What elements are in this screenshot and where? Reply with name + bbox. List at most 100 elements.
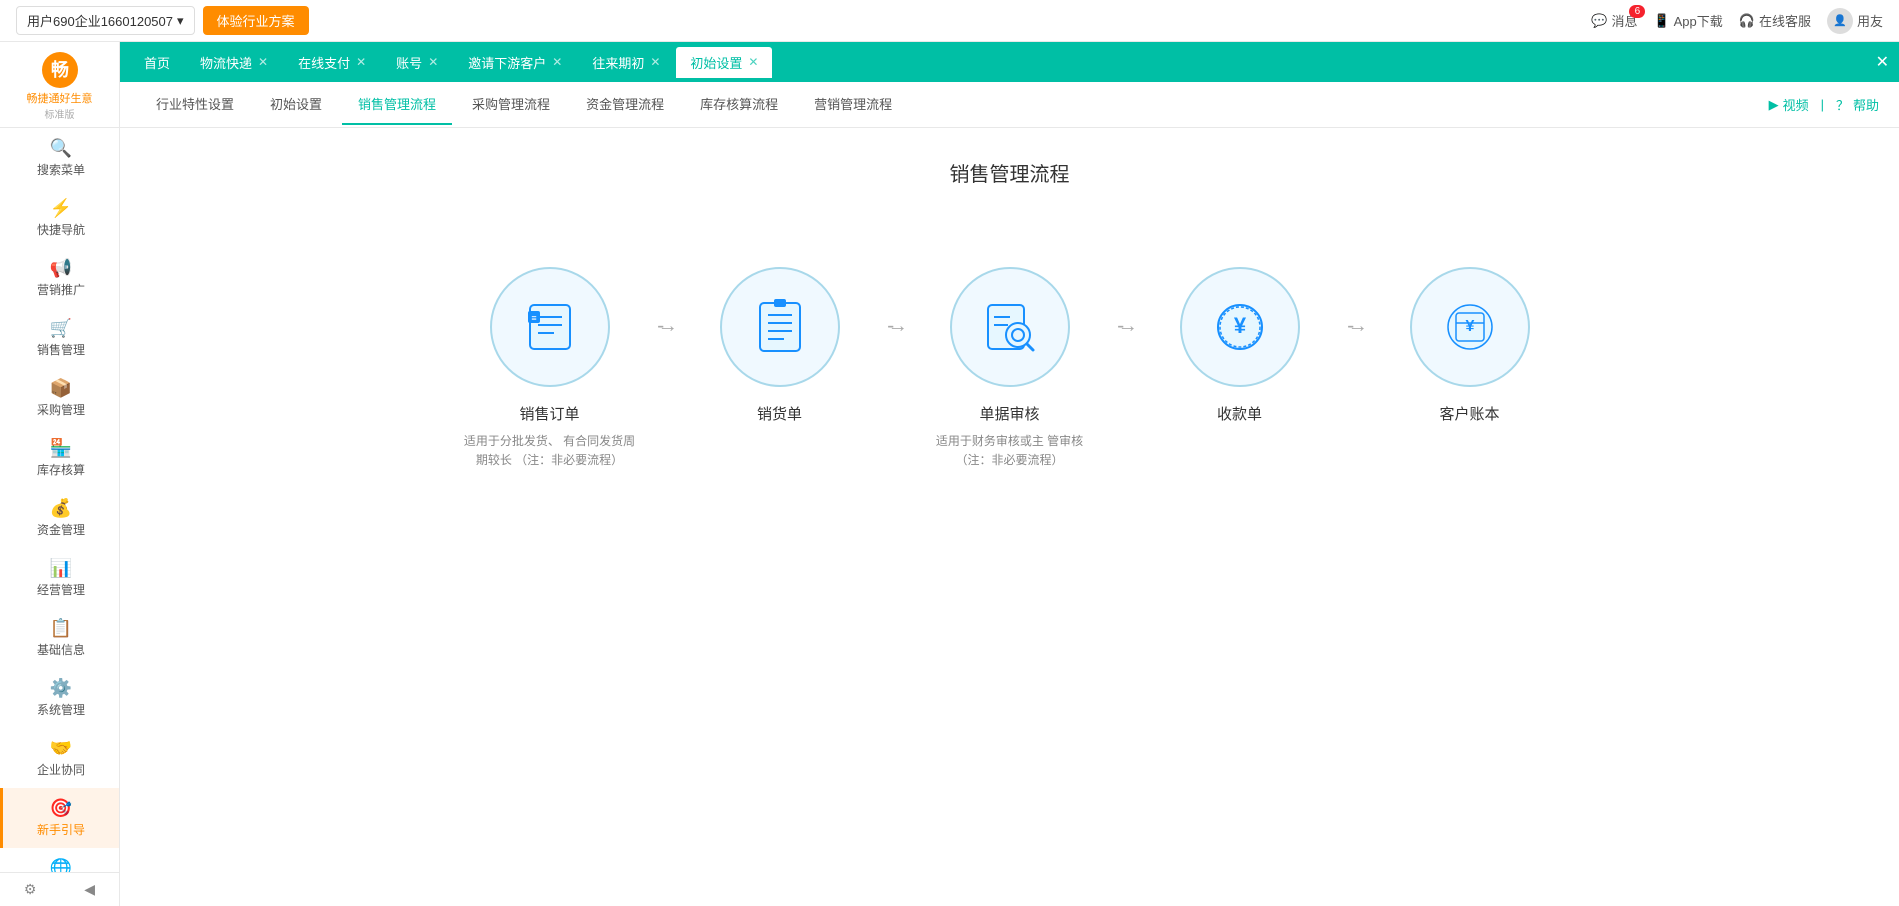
sub-tab-purchase_flow[interactable]: 采购管理流程 <box>456 84 566 125</box>
flow-step-name-doc_review: 单据审核 <box>979 403 1039 424</box>
flow-step-desc-doc_review: 适用于财务审核或主 管审核 （注：非必要流程） <box>920 432 1100 470</box>
nav-tab-payment[interactable]: 在线支付 ✕ <box>284 47 380 78</box>
help-icon: ？ <box>1836 95 1849 114</box>
svg-text:¥: ¥ <box>1233 313 1246 338</box>
nav-tabs-bar: 首页物流快递 ✕在线支付 ✕账号 ✕邀请下游客户 ✕往来期初 ✕初始设置 ✕✕ <box>120 42 1899 82</box>
appstore-icon: 🌐 <box>50 858 72 872</box>
nav-tab-init[interactable]: 初始设置 ✕ <box>676 47 772 78</box>
flow-step-desc-sales_order: 适用于分批发货、 有合同发货周期较长 （注：非必要流程） <box>460 432 640 470</box>
close-icon[interactable]: ✕ <box>428 55 438 69</box>
user-selector[interactable]: 用户690企业1660120507 ▾ <box>16 6 195 35</box>
svg-text:≡: ≡ <box>531 313 536 323</box>
close-icon[interactable]: ✕ <box>258 55 268 69</box>
nav-tab-invite[interactable]: 邀请下游客户 ✕ <box>454 47 576 78</box>
sidebar-label-newbie: 新手引导 <box>37 821 85 838</box>
flow-circle-sales_invoice[interactable] <box>720 267 840 387</box>
message-icon: 💬 <box>1591 13 1607 29</box>
sidebar-item-quick[interactable]: ⚡ 快捷导航 <box>0 188 119 248</box>
user-label: 用户690企业1660120507 <box>27 11 173 30</box>
video-label: 视频 <box>1783 95 1809 114</box>
sidebar-label-marketing: 营销推广 <box>37 281 85 298</box>
sub-tab-marketing_flow[interactable]: 营销管理流程 <box>798 84 908 125</box>
close-icon[interactable]: ✕ <box>552 55 562 69</box>
user-name-label: 用友 <box>1857 11 1883 30</box>
close-icon[interactable]: ✕ <box>356 55 366 69</box>
close-icon[interactable]: ✕ <box>748 55 758 69</box>
sidebar-label-system: 系统管理 <box>37 701 85 718</box>
window-controls: ✕ <box>1876 52 1889 72</box>
sidebar-item-operation[interactable]: 📊 经营管理 <box>0 548 119 608</box>
sidebar-label-search: 搜索菜单 <box>37 161 85 178</box>
svg-text:¥: ¥ <box>1465 318 1474 335</box>
flow-arrow-3: - - → <box>1330 267 1380 338</box>
sidebar: 畅 畅捷通好生意 标准版 🔍 搜索菜单 ⚡ 快捷导航 📢 营销推广 🛒 销售管理… <box>0 42 120 906</box>
sidebar-item-newbie[interactable]: 🎯 新手引导 <box>0 788 119 848</box>
flow-circle-doc_review[interactable] <box>950 267 1070 387</box>
sidebar-item-appstore[interactable]: 🌐 应用中心 <box>0 848 119 872</box>
flow-step-name-receipt: 收款单 <box>1217 403 1262 424</box>
logo-icon: 畅 <box>42 52 78 88</box>
sub-tab-finance_flow[interactable]: 资金管理流程 <box>570 84 680 125</box>
sidebar-label-finance: 资金管理 <box>37 521 85 538</box>
app-download-label: App下载 <box>1674 11 1723 30</box>
sidebar-item-purchase[interactable]: 📦 采购管理 <box>0 368 119 428</box>
sidebar-item-inventory[interactable]: 🏪 库存核算 <box>0 428 119 488</box>
app-download-button[interactable]: 📱 App下载 <box>1653 11 1722 30</box>
nav-tab-account[interactable]: 账号 ✕ <box>382 47 452 78</box>
sub-tabs-left: 行业特性设置初始设置销售管理流程采购管理流程资金管理流程库存核算流程营销管理流程 <box>140 84 908 125</box>
sub-tab-sales_flow[interactable]: 销售管理流程 <box>342 84 452 125</box>
newbie-icon: 🎯 <box>50 798 72 819</box>
flow-step-sales_invoice: 销货单 <box>690 267 870 432</box>
headset-icon: 🎧 <box>1739 13 1755 29</box>
sidebar-item-enterprise[interactable]: 🤝 企业协同 <box>0 728 119 788</box>
purchase-icon: 📦 <box>50 378 72 399</box>
sub-tabs-right: ▶ 视频 | ？ 帮助 <box>1769 95 1879 114</box>
flow-circle-sales_order[interactable]: ≡ <box>490 267 610 387</box>
settings-icon[interactable]: ⚙ <box>24 881 37 898</box>
sidebar-item-search[interactable]: 🔍 搜索菜单 <box>0 128 119 188</box>
close-icon[interactable]: ✕ <box>650 55 660 69</box>
basic-icon: 📋 <box>50 618 72 639</box>
collapse-icon[interactable]: ◀ <box>84 881 95 898</box>
nav-tab-period[interactable]: 往来期初 ✕ <box>578 47 674 78</box>
video-help-button[interactable]: ▶ 视频 <box>1769 95 1809 114</box>
sidebar-item-finance[interactable]: 💰 资金管理 <box>0 488 119 548</box>
user-avatar[interactable]: 👤 用友 <box>1827 8 1883 34</box>
message-button[interactable]: 💬 消息 6 <box>1591 11 1637 30</box>
chevron-down-icon: ▾ <box>177 13 184 29</box>
sidebar-item-sales[interactable]: 🛒 销售管理 <box>0 308 119 368</box>
sidebar-item-system[interactable]: ⚙️ 系统管理 <box>0 668 119 728</box>
trial-button[interactable]: 体验行业方案 <box>203 6 309 35</box>
sidebar-label-inventory: 库存核算 <box>37 461 85 478</box>
main-panel: 首页物流快递 ✕在线支付 ✕账号 ✕邀请下游客户 ✕往来期初 ✕初始设置 ✕✕ … <box>120 42 1899 906</box>
sidebar-item-basic[interactable]: 📋 基础信息 <box>0 608 119 668</box>
window-close-icon[interactable]: ✕ <box>1876 52 1889 72</box>
nav-tab-home[interactable]: 首页 <box>130 47 184 78</box>
operation-icon: 📊 <box>50 558 72 579</box>
sub-tab-inventory_calc[interactable]: 库存核算流程 <box>684 84 794 125</box>
nav-tab-logistics[interactable]: 物流快递 ✕ <box>186 47 282 78</box>
online-service-label: 在线客服 <box>1759 11 1811 30</box>
flow-circle-receipt[interactable]: ¥ <box>1180 267 1300 387</box>
top-bar-left: 用户690企业1660120507 ▾ 体验行业方案 <box>16 6 309 35</box>
play-icon: ▶ <box>1769 97 1779 113</box>
flow-step-doc_review: 单据审核适用于财务审核或主 管审核 （注：非必要流程） <box>920 267 1100 470</box>
sidebar-label-enterprise: 企业协同 <box>37 761 85 778</box>
sidebar-label-purchase: 采购管理 <box>37 401 85 418</box>
svg-text:畅: 畅 <box>51 59 69 80</box>
logo-area: 畅 畅捷通好生意 标准版 <box>0 42 119 128</box>
sub-tab-industry[interactable]: 行业特性设置 <box>140 84 250 125</box>
sidebar-item-marketing[interactable]: 📢 营销推广 <box>0 248 119 308</box>
logo-sub: 标准版 <box>45 106 75 121</box>
help-button[interactable]: ？ 帮助 <box>1836 95 1879 114</box>
system-icon: ⚙️ <box>50 678 72 699</box>
flow-arrow-0: - - → <box>640 267 690 338</box>
flow-step-sales_order: ≡ 销售订单适用于分批发货、 有合同发货周期较长 （注：非必要流程） <box>460 267 640 470</box>
online-service-button[interactable]: 🎧 在线客服 <box>1739 11 1811 30</box>
flow-circle-customer_ledger[interactable]: ¥ <box>1410 267 1530 387</box>
page-title: 销售管理流程 <box>160 158 1859 187</box>
sidebar-label-operation: 经营管理 <box>37 581 85 598</box>
search-icon: 🔍 <box>50 138 72 159</box>
marketing-icon: 📢 <box>50 258 72 279</box>
sub-tab-initial[interactable]: 初始设置 <box>254 84 338 125</box>
